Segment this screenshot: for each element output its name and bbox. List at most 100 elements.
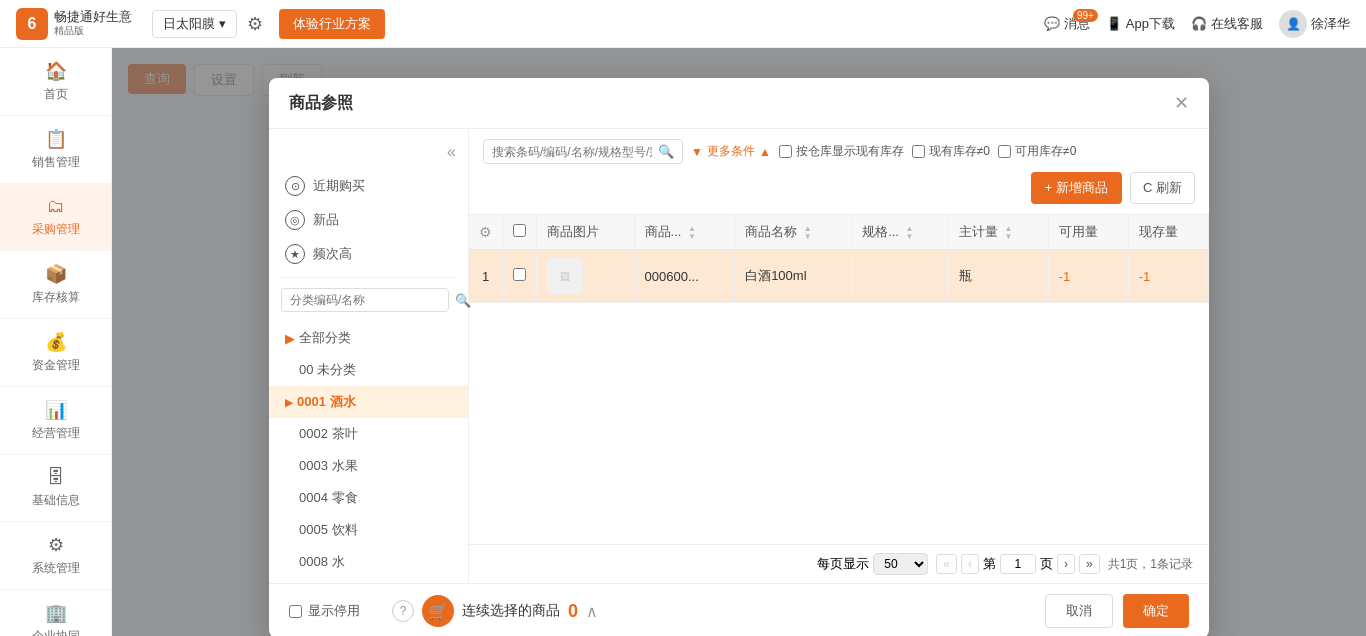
category-label: 0005 饮料 xyxy=(285,521,358,539)
app-download-btn[interactable]: 📱 App下载 xyxy=(1106,15,1175,33)
collapse-left-icon[interactable]: « xyxy=(447,143,456,161)
col-settings-icon[interactable]: ⚙ xyxy=(479,224,492,240)
row-spec-cell xyxy=(852,250,949,303)
divider xyxy=(281,277,456,278)
warehouse-checkbox[interactable] xyxy=(779,145,792,158)
prev-page-btn[interactable]: ‹ xyxy=(961,554,979,574)
quick-nav-new[interactable]: ◎ 新品 xyxy=(269,203,468,237)
trial-btn[interactable]: 体验行业方案 xyxy=(279,9,385,39)
category-label: 0004 零食 xyxy=(285,489,358,507)
sidebar-item-enterprise[interactable]: 🏢 企业协同 xyxy=(0,590,111,636)
available-stock-checkbox[interactable] xyxy=(998,145,1011,158)
app-download-label: App下载 xyxy=(1126,15,1175,33)
quick-nav-frequent[interactable]: ★ 频次高 xyxy=(269,237,468,271)
app-logo: 6 畅捷通好生意 精品版 xyxy=(16,8,132,40)
sort-spec-icon: ▲▼ xyxy=(906,225,914,241)
category-0008[interactable]: 0008 水 xyxy=(269,546,468,573)
row-checkbox[interactable] xyxy=(513,268,526,281)
category-all[interactable]: ▶ 全部分类 xyxy=(269,322,468,354)
username: 徐泽华 xyxy=(1311,15,1350,33)
sidebar-item-label: 库存核算 xyxy=(32,289,80,306)
product-search-input[interactable] xyxy=(492,145,652,159)
confirm-btn[interactable]: 确定 xyxy=(1123,594,1189,628)
footer-middle: ? 🛒 连续选择的商品 0 ∧ xyxy=(392,595,598,627)
user-menu[interactable]: 👤 徐泽华 xyxy=(1279,10,1350,38)
total-info: 共1页，1条记录 xyxy=(1108,556,1193,573)
check-warehouse[interactable]: 按仓库显示现有库存 xyxy=(779,143,904,160)
current-stock-checkbox[interactable] xyxy=(912,145,925,158)
col-stock: 现存量 xyxy=(1128,215,1208,250)
search-icon[interactable]: 🔍 xyxy=(658,144,674,159)
col-image-label: 商品图片 xyxy=(547,224,599,239)
store-selector[interactable]: 日太阳膜 ▾ xyxy=(152,10,237,38)
first-page-btn[interactable]: « xyxy=(936,554,957,574)
row-stock: -1 xyxy=(1139,269,1151,284)
basic-icon: 🗄 xyxy=(47,467,65,488)
headset-icon: 🎧 xyxy=(1191,16,1207,31)
category-search: 🔍 xyxy=(269,284,468,316)
row-available-cell: -1 xyxy=(1048,250,1128,303)
sidebar-item-sales[interactable]: 📋 销售管理 xyxy=(0,116,111,184)
per-page-select[interactable]: 10 20 50 100 xyxy=(873,553,928,575)
category-0003[interactable]: 0003 水果 xyxy=(269,450,468,482)
sidebar-item-system[interactable]: ⚙ 系统管理 xyxy=(0,522,111,590)
category-0005[interactable]: 0005 饮料 xyxy=(269,514,468,546)
col-name[interactable]: 商品名称 ▲▼ xyxy=(735,215,852,250)
next-page-btn[interactable]: › xyxy=(1057,554,1075,574)
cart-icon: 🛒 xyxy=(428,602,448,621)
store-name: 日太阳膜 xyxy=(163,15,215,33)
phone-icon: 📱 xyxy=(1106,16,1122,31)
toolbar-right: + 新增商品 C 刷新 xyxy=(1031,172,1195,204)
sidebar-item-operations[interactable]: 📊 经营管理 xyxy=(0,387,111,455)
pagination: 每页显示 10 20 50 100 « ‹ xyxy=(469,544,1209,583)
col-name-label: 商品名称 xyxy=(745,224,797,239)
settings-icon[interactable]: ⚙ xyxy=(247,13,263,35)
expand-icon: ▶ xyxy=(285,397,293,408)
refresh-btn[interactable]: C 刷新 xyxy=(1130,172,1195,204)
show-disabled-checkbox[interactable] xyxy=(289,605,302,618)
category-0004[interactable]: 0004 零食 xyxy=(269,482,468,514)
sidebar-item-inventory[interactable]: 📦 库存核算 xyxy=(0,251,111,319)
online-service-btn[interactable]: 🎧 在线客服 xyxy=(1191,15,1263,33)
sidebar-item-procurement[interactable]: 🗂 采购管理 xyxy=(0,184,111,251)
more-filter-btn[interactable]: ▼ 更多条件 ▲ xyxy=(691,143,771,160)
sidebar-item-home[interactable]: 🏠 首页 xyxy=(0,48,111,116)
inventory-icon: 📦 xyxy=(45,263,67,285)
quick-nav-label: 频次高 xyxy=(313,245,352,263)
product-reference-modal: 商品参照 ✕ « ⊙ 近期购买 xyxy=(269,78,1209,636)
sidebar-item-capital[interactable]: 💰 资金管理 xyxy=(0,319,111,387)
select-all-checkbox[interactable] xyxy=(513,224,526,237)
selected-count: 0 xyxy=(568,601,578,622)
recent-icon: ⊙ xyxy=(285,176,305,196)
modal-close-btn[interactable]: ✕ xyxy=(1174,92,1189,114)
category-search-input[interactable] xyxy=(281,288,449,312)
quick-nav-recent[interactable]: ⊙ 近期购买 xyxy=(269,169,468,203)
cart-btn[interactable]: 🛒 xyxy=(422,595,454,627)
app-name: 畅捷通好生意 xyxy=(54,9,132,25)
show-disabled-label: 显示停用 xyxy=(308,602,360,620)
add-product-btn[interactable]: + 新增商品 xyxy=(1031,172,1122,204)
help-icon[interactable]: ? xyxy=(392,600,414,622)
continuous-label: 连续选择的商品 xyxy=(462,602,560,620)
category-label: 全部分类 xyxy=(299,329,351,347)
table-row[interactable]: 1 🖼 xyxy=(469,250,1209,303)
check-current-stock[interactable]: 现有库存≠0 xyxy=(912,143,990,160)
page-input[interactable] xyxy=(1000,554,1036,574)
col-unit[interactable]: 主计量 ▲▼ xyxy=(948,215,1048,250)
check-available-stock[interactable]: 可用库存≠0 xyxy=(998,143,1076,160)
row-stock-cell: -1 xyxy=(1128,250,1208,303)
cancel-btn[interactable]: 取消 xyxy=(1045,594,1113,628)
category-0001[interactable]: ▶ 0001 酒水 xyxy=(269,386,468,418)
category-00[interactable]: 00 未分类 xyxy=(269,354,468,386)
star-icon: ★ xyxy=(285,244,305,264)
col-code[interactable]: 商品... ▲▼ xyxy=(634,215,735,250)
show-disabled-toggle[interactable]: 显示停用 xyxy=(289,602,360,620)
row-no: 1 xyxy=(469,250,503,303)
message-btn[interactable]: 💬 消息 99+ xyxy=(1044,15,1090,33)
col-spec[interactable]: 规格... ▲▼ xyxy=(852,215,949,250)
last-page-btn[interactable]: » xyxy=(1079,554,1100,574)
sidebar-item-label: 经营管理 xyxy=(32,425,80,442)
sidebar-item-basic[interactable]: 🗄 基础信息 xyxy=(0,455,111,522)
collapse-selection-btn[interactable]: ∧ xyxy=(586,602,598,621)
category-0002[interactable]: 0002 茶叶 xyxy=(269,418,468,450)
